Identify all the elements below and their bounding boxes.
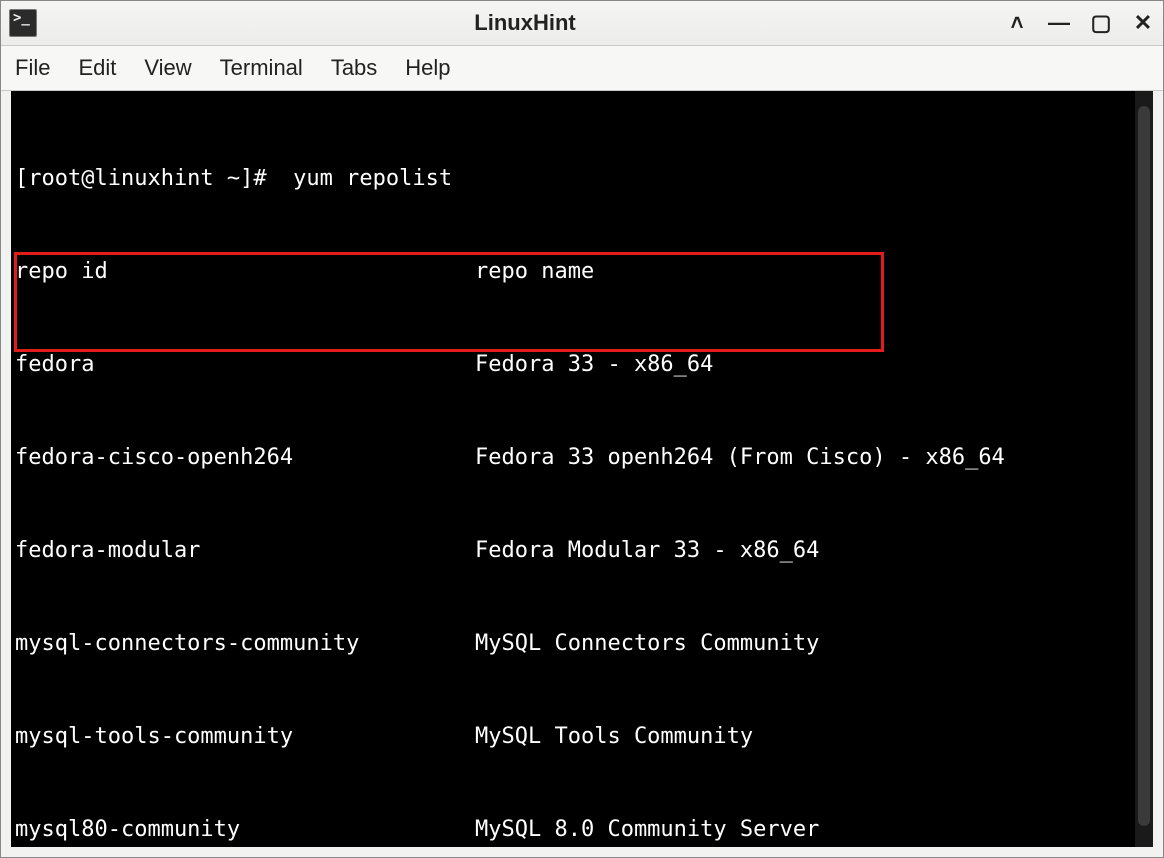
repo-id: fedora-modular: [15, 535, 475, 566]
prompt: [root@linuxhint ~]#: [15, 166, 280, 191]
scrollbar[interactable]: [1135, 91, 1153, 847]
menubar: File Edit View Terminal Tabs Help: [1, 46, 1163, 91]
repo-id: mysql-tools-community: [15, 721, 475, 752]
close-button[interactable]: ✕: [1131, 10, 1155, 36]
window-controls: ˄ — ▢ ✕: [1005, 10, 1155, 36]
menu-terminal[interactable]: Terminal: [220, 55, 303, 81]
repo-name: Fedora 33 openh264 (From Cisco) - x86_64: [475, 445, 1005, 470]
repo-name: Fedora 33 - x86_64: [475, 352, 713, 377]
repo-name: MySQL Connectors Community: [475, 631, 819, 656]
repo-row: mysql-tools-communityMySQL Tools Communi…: [15, 721, 1129, 752]
menu-edit[interactable]: Edit: [78, 55, 116, 81]
repo-name: Fedora Modular 33 - x86_64: [475, 538, 819, 563]
menu-tabs[interactable]: Tabs: [331, 55, 377, 81]
command: yum repolist: [293, 166, 452, 191]
repo-id: fedora-cisco-openh264: [15, 442, 475, 473]
menu-help[interactable]: Help: [405, 55, 450, 81]
menu-file[interactable]: File: [15, 55, 50, 81]
maximize-button[interactable]: ▢: [1089, 10, 1113, 36]
terminal-window: LinuxHint ˄ — ▢ ✕ File Edit View Termina…: [0, 0, 1164, 858]
repo-row: fedora-modularFedora Modular 33 - x86_64: [15, 535, 1129, 566]
menu-view[interactable]: View: [144, 55, 191, 81]
terminal-viewport[interactable]: [root@linuxhint ~]# yum repolist repo id…: [11, 91, 1153, 847]
minimize-button[interactable]: —: [1047, 10, 1071, 36]
repo-row: mysql80-communityMySQL 8.0 Community Ser…: [15, 814, 1129, 845]
prompt-line: [root@linuxhint ~]# yum repolist: [15, 163, 1129, 194]
repo-name: MySQL 8.0 Community Server: [475, 817, 819, 842]
repo-row: fedoraFedora 33 - x86_64: [15, 349, 1129, 380]
repo-name: MySQL Tools Community: [475, 724, 753, 749]
repo-id: mysql-connectors-community: [15, 628, 475, 659]
header-line: repo idrepo name: [15, 256, 1129, 287]
titlebar: LinuxHint ˄ — ▢ ✕: [1, 1, 1163, 46]
window-title: LinuxHint: [45, 10, 1005, 36]
repo-id: mysql80-community: [15, 814, 475, 845]
repo-row: fedora-cisco-openh264Fedora 33 openh264 …: [15, 442, 1129, 473]
terminal-app-icon: [9, 9, 37, 37]
repo-id: fedora: [15, 349, 475, 380]
scrollbar-thumb[interactable]: [1138, 106, 1150, 826]
rollup-button[interactable]: ˄: [1005, 10, 1029, 36]
header-name: repo name: [475, 259, 594, 284]
header-id: repo id: [15, 256, 475, 287]
repo-row: mysql-connectors-communityMySQL Connecto…: [15, 628, 1129, 659]
terminal-text[interactable]: [root@linuxhint ~]# yum repolist repo id…: [11, 91, 1133, 847]
